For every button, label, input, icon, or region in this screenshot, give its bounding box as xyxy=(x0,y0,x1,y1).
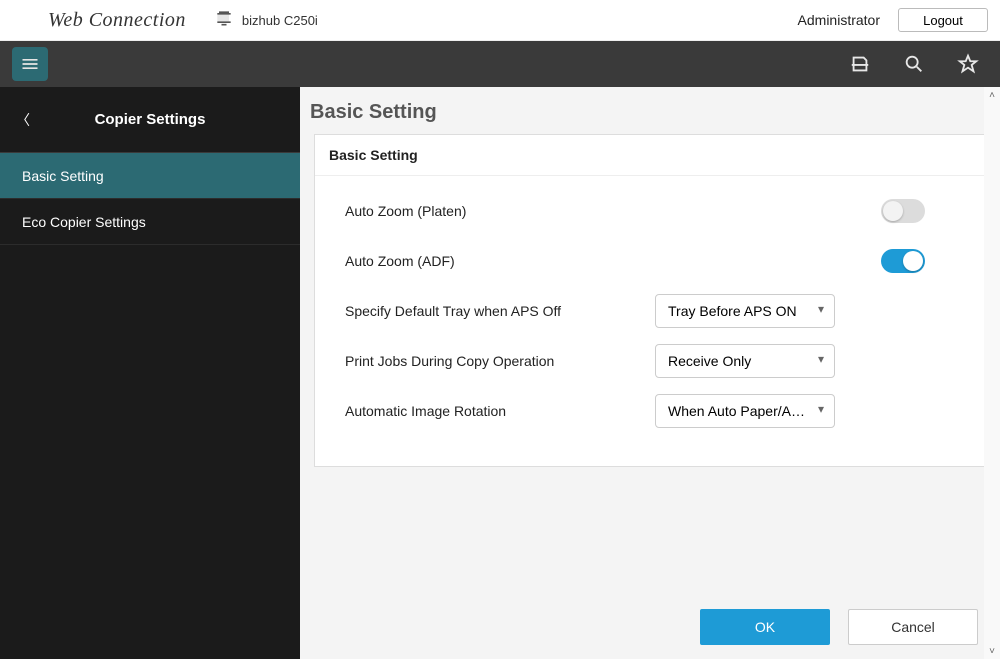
select-print-jobs[interactable]: Receive Only xyxy=(655,344,835,378)
star-icon xyxy=(957,53,979,75)
search-icon xyxy=(903,53,925,75)
user-role: Administrator xyxy=(798,12,880,28)
favorite-button[interactable] xyxy=(948,53,988,75)
sidebar-header: 〈 Copier Settings xyxy=(0,87,300,153)
sidebar-title: Copier Settings xyxy=(0,111,300,128)
sidebar: 〈 Copier Settings Basic Setting Eco Copi… xyxy=(0,87,300,659)
select-auto-rotation[interactable]: When Auto Paper/Au… xyxy=(655,394,835,428)
sidebar-item-eco-copier[interactable]: Eco Copier Settings xyxy=(0,199,300,245)
row-auto-zoom-adf: Auto Zoom (ADF) xyxy=(345,236,965,286)
vertical-scrollbar[interactable]: ˄ ˅ xyxy=(984,87,1000,659)
sidebar-item-label: Basic Setting xyxy=(22,168,104,184)
footer-actions: OK Cancel xyxy=(700,609,978,645)
row-print-jobs: Print Jobs During Copy Operation Receive… xyxy=(345,336,965,386)
label-auto-zoom-adf: Auto Zoom (ADF) xyxy=(345,253,655,269)
back-button[interactable]: 〈 xyxy=(16,110,30,130)
page-title: Basic Setting xyxy=(300,87,1000,134)
scroll-up-icon[interactable]: ˄ xyxy=(984,87,1000,103)
ok-button[interactable]: OK xyxy=(700,609,830,645)
top-bar: Web Connection bizhub C250i Administrato… xyxy=(0,0,1000,41)
device-icon xyxy=(214,8,234,33)
search-button[interactable] xyxy=(894,53,934,75)
row-default-tray: Specify Default Tray when APS Off Tray B… xyxy=(345,286,965,336)
toggle-auto-zoom-adf[interactable] xyxy=(881,249,925,273)
row-auto-rotation: Automatic Image Rotation When Auto Paper… xyxy=(345,386,965,436)
scanner-icon xyxy=(849,53,871,75)
logout-button[interactable]: Logout xyxy=(898,8,988,32)
toggle-auto-zoom-platen[interactable] xyxy=(881,199,925,223)
settings-panel: Basic Setting Auto Zoom (Platen) Auto Zo… xyxy=(314,134,986,467)
menu-button[interactable] xyxy=(12,47,48,81)
row-auto-zoom-platen: Auto Zoom (Platen) xyxy=(345,186,965,236)
main-area: Basic Setting Basic Setting Auto Zoom (P… xyxy=(300,87,1000,659)
label-auto-zoom-platen: Auto Zoom (Platen) xyxy=(345,203,655,219)
label-print-jobs: Print Jobs During Copy Operation xyxy=(345,353,655,369)
brand-title: Web Connection xyxy=(48,9,186,32)
sidebar-item-basic-setting[interactable]: Basic Setting xyxy=(0,153,300,199)
app-bar xyxy=(0,41,1000,87)
select-default-tray[interactable]: Tray Before APS ON xyxy=(655,294,835,328)
scroll-down-icon[interactable]: ˅ xyxy=(984,643,1000,659)
label-default-tray: Specify Default Tray when APS Off xyxy=(345,303,655,319)
hamburger-icon xyxy=(20,54,40,74)
sidebar-item-label: Eco Copier Settings xyxy=(22,214,146,230)
scan-button[interactable] xyxy=(840,53,880,75)
cancel-button[interactable]: Cancel xyxy=(848,609,978,645)
panel-title: Basic Setting xyxy=(315,135,985,176)
device-name: bizhub C250i xyxy=(242,13,318,28)
label-auto-rotation: Automatic Image Rotation xyxy=(345,403,655,419)
